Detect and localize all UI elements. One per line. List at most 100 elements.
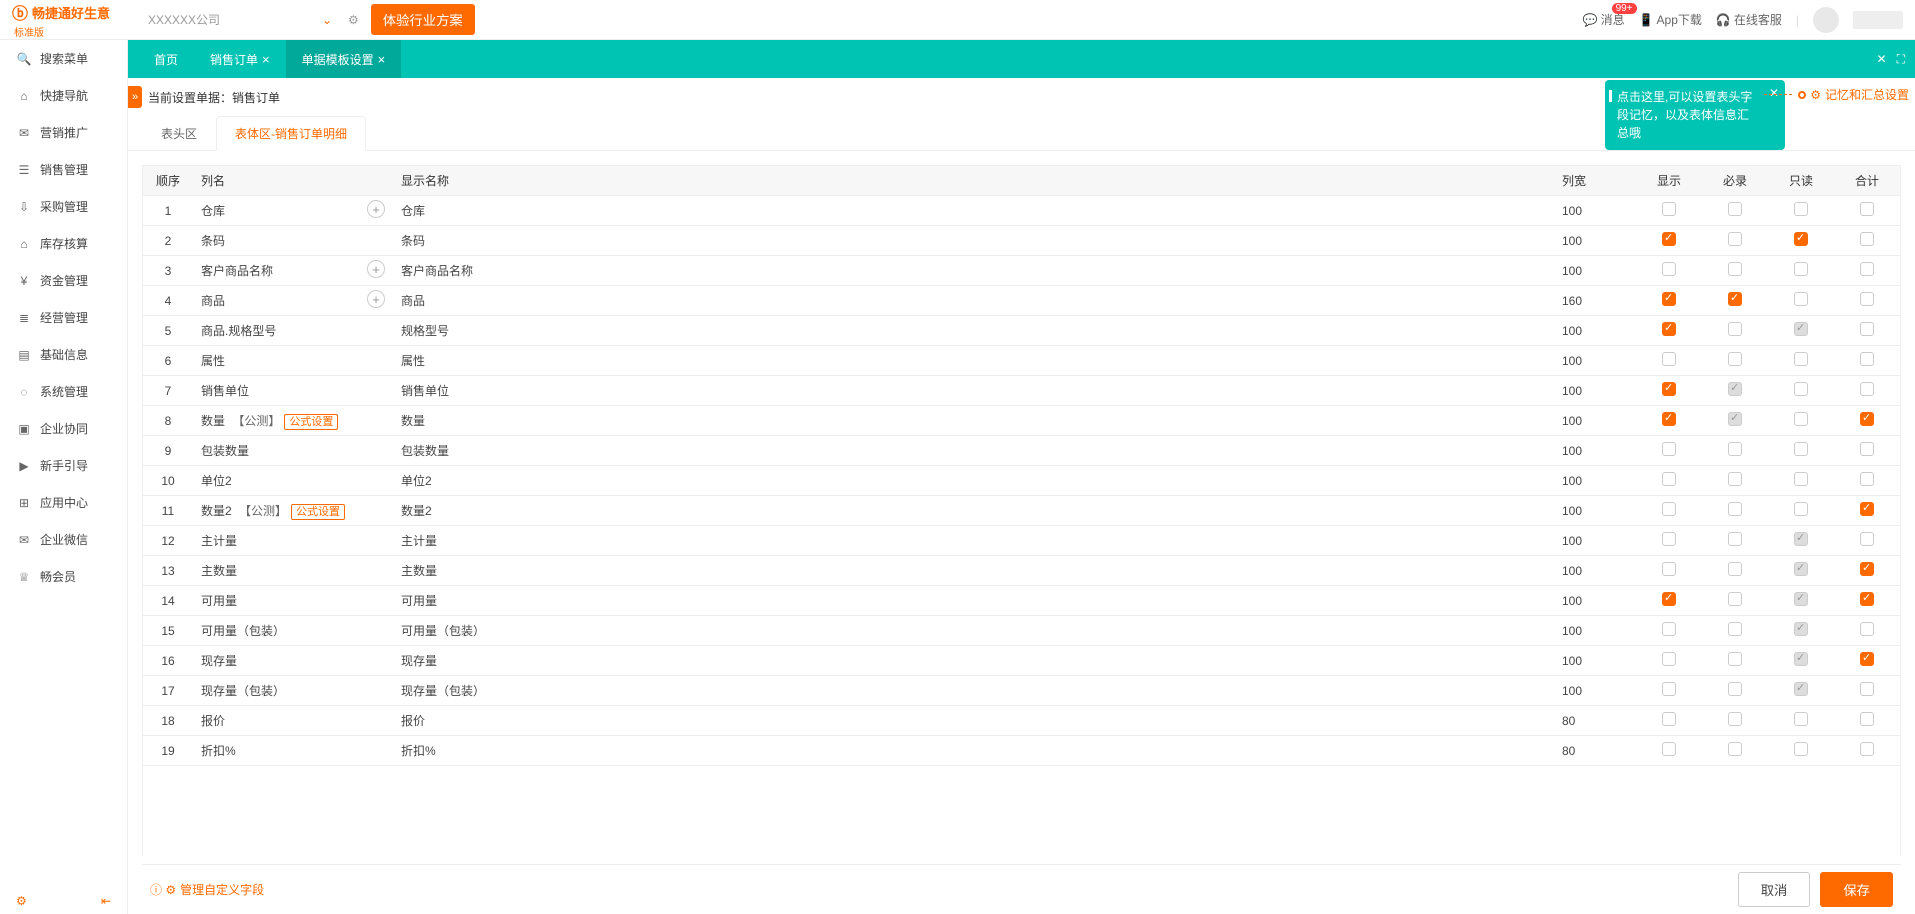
checkbox[interactable] bbox=[1728, 262, 1742, 276]
fullscreen-icon[interactable]: ⛶ bbox=[1897, 52, 1905, 67]
sidebar-item-7[interactable]: ≣经营管理 bbox=[0, 299, 127, 336]
checkbox[interactable] bbox=[1860, 352, 1874, 366]
online-service-link[interactable]: 🎧在线客服 bbox=[1716, 11, 1782, 28]
checkbox[interactable] bbox=[1860, 232, 1874, 246]
checkbox[interactable] bbox=[1794, 232, 1808, 246]
checkbox[interactable] bbox=[1662, 652, 1676, 666]
checkbox[interactable] bbox=[1794, 292, 1808, 306]
checkbox[interactable] bbox=[1860, 622, 1874, 636]
sidebar-item-13[interactable]: ✉企业微信 bbox=[0, 521, 127, 558]
checkbox[interactable] bbox=[1728, 712, 1742, 726]
checkbox[interactable] bbox=[1794, 202, 1808, 216]
inner-tab-0[interactable]: 表头区 bbox=[142, 116, 216, 150]
checkbox[interactable] bbox=[1662, 502, 1676, 516]
manage-custom-fields-link[interactable]: ⓘ ⚙ 管理自定义字段 bbox=[150, 881, 264, 898]
checkbox[interactable] bbox=[1662, 562, 1676, 576]
cancel-button[interactable]: 取消 bbox=[1738, 872, 1811, 907]
memory-summary-link[interactable]: ⚙记忆和汇总设置 bbox=[1764, 86, 1909, 103]
checkbox[interactable] bbox=[1728, 652, 1742, 666]
checkbox[interactable] bbox=[1662, 442, 1676, 456]
checkbox[interactable] bbox=[1662, 382, 1676, 396]
add-icon[interactable]: + bbox=[367, 260, 385, 278]
checkbox[interactable] bbox=[1662, 262, 1676, 276]
checkbox[interactable] bbox=[1794, 712, 1808, 726]
checkbox[interactable] bbox=[1794, 262, 1808, 276]
sidebar-item-9[interactable]: ◌系统管理 bbox=[0, 373, 127, 410]
checkbox[interactable] bbox=[1860, 442, 1874, 456]
tab-0[interactable]: 首页 bbox=[138, 40, 194, 78]
checkbox[interactable] bbox=[1728, 592, 1742, 606]
checkbox[interactable] bbox=[1728, 292, 1742, 306]
settings-icon[interactable]: ⚙ bbox=[16, 894, 27, 908]
sidebar-item-11[interactable]: ▶新手引导 bbox=[0, 447, 127, 484]
checkbox[interactable] bbox=[1728, 562, 1742, 576]
checkbox[interactable] bbox=[1860, 532, 1874, 546]
checkbox[interactable] bbox=[1728, 532, 1742, 546]
collapse-handle[interactable]: » bbox=[128, 86, 142, 108]
checkbox[interactable] bbox=[1662, 232, 1676, 246]
gear-icon[interactable]: ⚙ bbox=[348, 13, 359, 27]
checkbox[interactable] bbox=[1662, 622, 1676, 636]
checkbox[interactable] bbox=[1860, 292, 1874, 306]
checkbox[interactable] bbox=[1662, 352, 1676, 366]
checkbox[interactable] bbox=[1860, 412, 1874, 426]
checkbox[interactable] bbox=[1860, 652, 1874, 666]
sidebar-item-4[interactable]: ⇩采购管理 bbox=[0, 188, 127, 225]
avatar[interactable] bbox=[1813, 7, 1839, 33]
checkbox[interactable] bbox=[1860, 262, 1874, 276]
checkbox[interactable] bbox=[1662, 412, 1676, 426]
add-icon[interactable]: + bbox=[367, 290, 385, 308]
checkbox[interactable] bbox=[1860, 202, 1874, 216]
tab-close-icon[interactable]: × bbox=[262, 52, 270, 67]
sidebar-item-3[interactable]: ☰销售管理 bbox=[0, 151, 127, 188]
sidebar-item-14[interactable]: ♕畅会员 bbox=[0, 558, 127, 595]
checkbox[interactable] bbox=[1728, 352, 1742, 366]
checkbox[interactable] bbox=[1860, 322, 1874, 336]
checkbox[interactable] bbox=[1860, 502, 1874, 516]
checkbox[interactable] bbox=[1728, 472, 1742, 486]
checkbox[interactable] bbox=[1662, 202, 1676, 216]
inner-tab-1[interactable]: 表体区-销售订单明细 bbox=[216, 116, 366, 151]
checkbox[interactable] bbox=[1794, 382, 1808, 396]
checkbox[interactable] bbox=[1662, 682, 1676, 696]
checkbox[interactable] bbox=[1860, 592, 1874, 606]
checkbox[interactable] bbox=[1794, 742, 1808, 756]
sidebar-item-0[interactable]: 🔍搜索菜单 bbox=[0, 40, 127, 77]
checkbox[interactable] bbox=[1728, 682, 1742, 696]
messages-link[interactable]: 💬消息99+ bbox=[1583, 11, 1625, 28]
checkbox[interactable] bbox=[1662, 292, 1676, 306]
checkbox[interactable] bbox=[1728, 202, 1742, 216]
checkbox[interactable] bbox=[1728, 442, 1742, 456]
checkbox[interactable] bbox=[1860, 742, 1874, 756]
checkbox[interactable] bbox=[1794, 352, 1808, 366]
tab-close-icon[interactable]: × bbox=[378, 52, 386, 67]
sidebar-item-1[interactable]: ⌂快捷导航 bbox=[0, 77, 127, 114]
sidebar-item-10[interactable]: ▣企业协同 bbox=[0, 410, 127, 447]
tab-1[interactable]: 销售订单× bbox=[194, 40, 286, 78]
checkbox[interactable] bbox=[1860, 682, 1874, 696]
tab-2[interactable]: 单据模板设置× bbox=[286, 40, 402, 78]
checkbox[interactable] bbox=[1728, 742, 1742, 756]
checkbox[interactable] bbox=[1662, 472, 1676, 486]
checkbox[interactable] bbox=[1662, 592, 1676, 606]
save-button[interactable]: 保存 bbox=[1820, 872, 1893, 907]
sidebar-item-12[interactable]: ⊞应用中心 bbox=[0, 484, 127, 521]
checkbox[interactable] bbox=[1860, 382, 1874, 396]
checkbox[interactable] bbox=[1662, 712, 1676, 726]
add-icon[interactable]: + bbox=[367, 200, 385, 218]
formula-link[interactable]: 公式设置 bbox=[291, 504, 345, 520]
checkbox[interactable] bbox=[1794, 442, 1808, 456]
collapse-sidebar-icon[interactable]: ⇤ bbox=[101, 894, 111, 908]
checkbox[interactable] bbox=[1794, 502, 1808, 516]
checkbox[interactable] bbox=[1728, 622, 1742, 636]
checkbox[interactable] bbox=[1662, 742, 1676, 756]
sidebar-item-8[interactable]: ▤基础信息 bbox=[0, 336, 127, 373]
checkbox[interactable] bbox=[1728, 322, 1742, 336]
checkbox[interactable] bbox=[1794, 412, 1808, 426]
sidebar-item-2[interactable]: ✉营销推广 bbox=[0, 114, 127, 151]
company-select[interactable]: XXXXXX公司⌄ bbox=[140, 7, 340, 33]
checkbox[interactable] bbox=[1860, 562, 1874, 576]
checkbox[interactable] bbox=[1662, 532, 1676, 546]
app-download-link[interactable]: 📱App下载 bbox=[1639, 11, 1702, 28]
checkbox[interactable] bbox=[1860, 712, 1874, 726]
